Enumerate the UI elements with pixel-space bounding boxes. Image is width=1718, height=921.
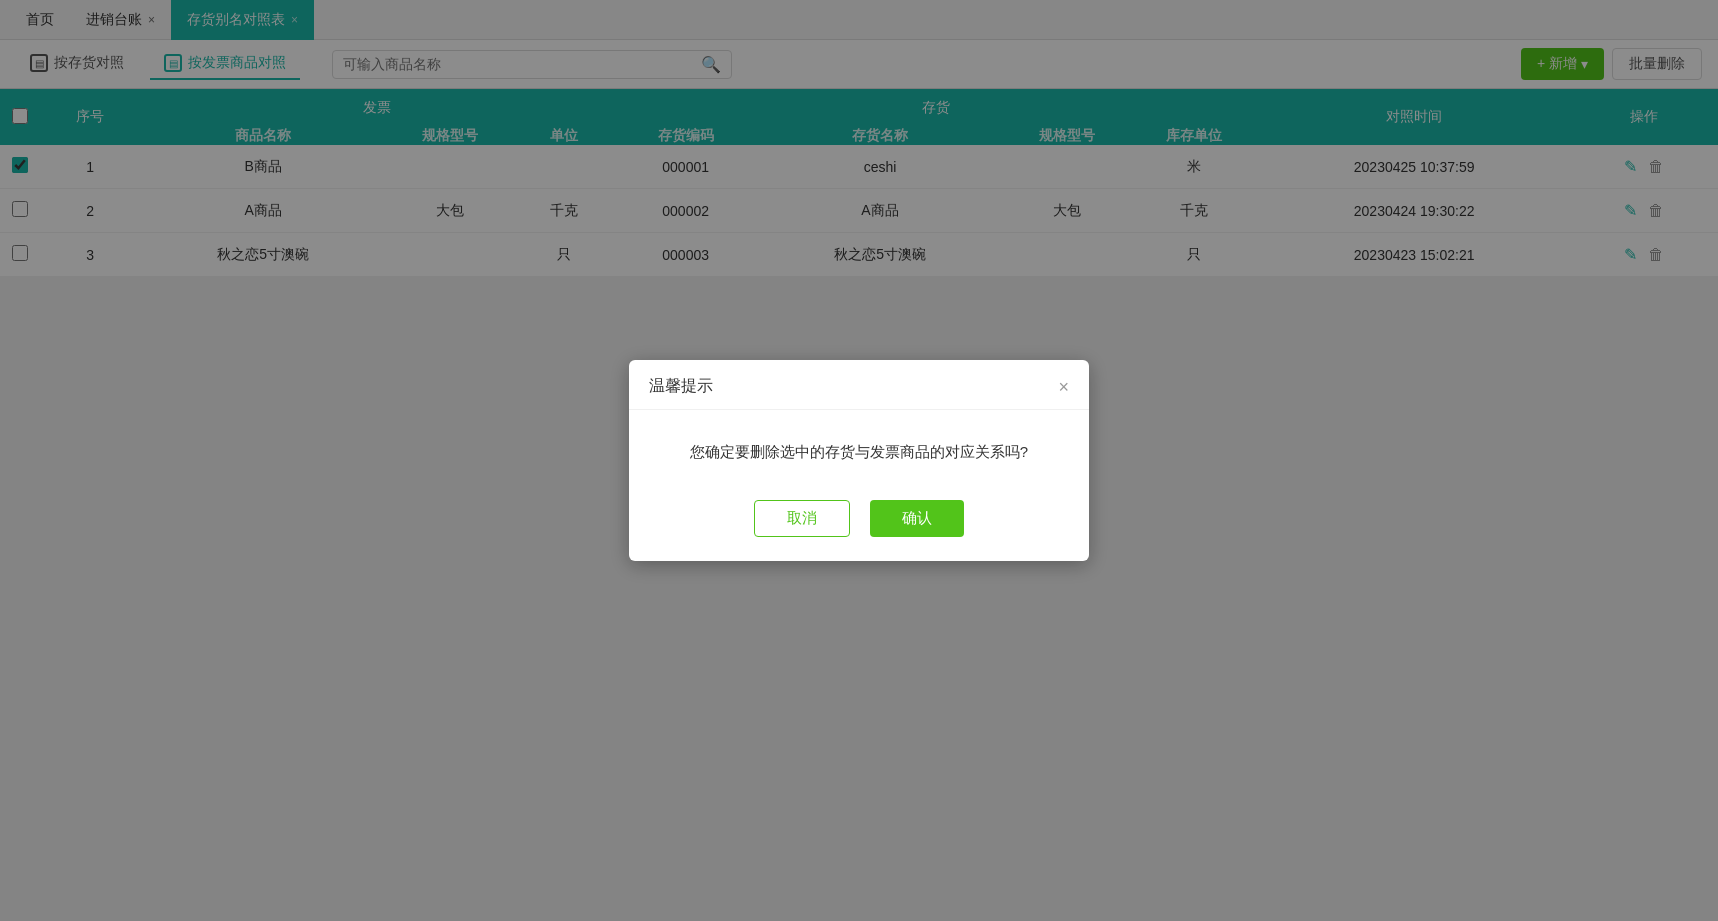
dialog-body: 您确定要删除选中的存货与发票商品的对应关系吗? <box>629 410 1089 484</box>
dialog: 温馨提示 × 您确定要删除选中的存货与发票商品的对应关系吗? 取消 确认 <box>629 360 1089 561</box>
dialog-cancel-button[interactable]: 取消 <box>754 500 850 537</box>
dialog-header: 温馨提示 × <box>629 360 1089 410</box>
dialog-close-icon[interactable]: × <box>1058 378 1069 396</box>
overlay: 温馨提示 × 您确定要删除选中的存货与发票商品的对应关系吗? 取消 确认 <box>0 0 1718 921</box>
dialog-footer: 取消 确认 <box>629 484 1089 561</box>
dialog-message: 您确定要删除选中的存货与发票商品的对应关系吗? <box>690 443 1028 460</box>
dialog-title: 温馨提示 <box>649 376 713 397</box>
dialog-confirm-button[interactable]: 确认 <box>870 500 964 537</box>
